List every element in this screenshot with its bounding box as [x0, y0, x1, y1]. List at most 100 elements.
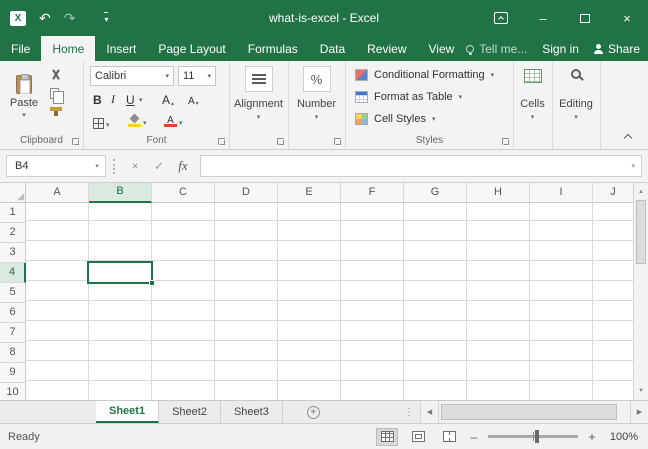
enter-button[interactable]: ✓ [148, 155, 170, 177]
close-button[interactable]: × [606, 0, 648, 36]
styles-dialog-launcher-icon[interactable] [502, 138, 509, 145]
number-dialog-launcher-icon[interactable] [334, 138, 341, 145]
font-color-button[interactable]: A ▾ [164, 111, 183, 127]
excel-app-icon[interactable]: X [10, 10, 26, 26]
zoom-slider[interactable] [488, 430, 578, 443]
column-header-i[interactable]: I [530, 183, 593, 203]
tab-data[interactable]: Data [309, 36, 356, 61]
decrease-font-size-button[interactable]: A ▾ [188, 89, 199, 107]
selected-cell-b4[interactable] [87, 261, 155, 286]
minimize-button[interactable]: – [522, 0, 564, 36]
alignment-button[interactable]: Alignment ▾ [230, 61, 287, 149]
zoom-in-button[interactable]: + [587, 430, 597, 444]
row-header-4[interactable]: 4 [0, 263, 26, 283]
row-header-6[interactable]: 6 [0, 303, 26, 323]
fill-handle[interactable] [149, 280, 155, 286]
quick-access-toolbar: X ↶ ↷ ▾ [10, 0, 109, 36]
font-dialog-launcher-icon[interactable] [218, 138, 225, 145]
conditional-formatting-button[interactable]: Conditional Formatting ▾ [355, 65, 494, 85]
horizontal-scroll-thumb[interactable] [441, 404, 617, 420]
tab-page-layout[interactable]: Page Layout [147, 36, 236, 61]
redo-icon[interactable]: ↷ [64, 11, 76, 25]
scroll-down-icon[interactable]: ▼ [634, 384, 648, 398]
tab-splitter-icon[interactable]: ⋮ [398, 401, 420, 423]
new-sheet-button[interactable]: + [306, 401, 320, 423]
format-as-table-button[interactable]: Format as Table ▾ [355, 87, 462, 107]
italic-button[interactable]: I [111, 89, 115, 107]
row-header-1[interactable]: 1 [0, 203, 26, 223]
sheet-tab-sheet1[interactable]: Sheet1 [96, 401, 160, 423]
tab-file[interactable]: File [0, 36, 41, 61]
underline-button[interactable]: U [126, 89, 135, 107]
tab-formulas[interactable]: Formulas [237, 36, 309, 61]
scroll-up-icon[interactable]: ▲ [634, 185, 648, 199]
tab-home[interactable]: Home [41, 36, 96, 61]
zoom-out-button[interactable]: – [469, 430, 479, 444]
increase-font-size-button[interactable]: A ▴ [162, 89, 174, 107]
editing-button[interactable]: Editing ▾ [553, 61, 599, 149]
view-normal-button[interactable] [376, 427, 398, 446]
copy-icon[interactable] [50, 88, 64, 104]
row-header-8[interactable]: 8 [0, 343, 26, 363]
scroll-right-icon[interactable]: ▶ [630, 401, 648, 423]
column-header-d[interactable]: D [215, 183, 278, 203]
alignment-dialog-launcher-icon[interactable] [277, 138, 284, 145]
ribbon-display-options-button[interactable] [480, 0, 522, 36]
sheet-tab-sheet2[interactable]: Sheet2 [159, 401, 221, 423]
share-button[interactable]: Share [593, 42, 640, 56]
row-header-7[interactable]: 7 [0, 323, 26, 343]
font-name-combo[interactable]: Calibri ▾ [90, 66, 174, 86]
cells-button[interactable]: Cells ▾ [514, 61, 551, 149]
underline-dropdown-icon[interactable]: ▾ [139, 97, 143, 104]
scroll-left-icon[interactable]: ◀ [420, 401, 438, 423]
select-all-button[interactable]: ◢ [0, 183, 26, 203]
column-header-j[interactable]: J [593, 183, 633, 203]
cells-grid[interactable] [26, 203, 633, 400]
maximize-button[interactable] [564, 0, 606, 36]
zoom-level-label[interactable]: 100% [606, 431, 638, 443]
tab-insert[interactable]: Insert [95, 36, 147, 61]
row-header-3[interactable]: 3 [0, 243, 26, 263]
column-header-e[interactable]: E [278, 183, 341, 203]
format-painter-icon[interactable] [50, 107, 62, 116]
view-page-layout-button[interactable] [407, 428, 429, 446]
tab-view[interactable]: View [418, 36, 466, 61]
clipboard-dialog-launcher-icon[interactable] [72, 138, 79, 145]
vertical-scrollbar[interactable]: ▲ ▼ [633, 183, 648, 400]
column-header-h[interactable]: H [467, 183, 530, 203]
view-page-break-button[interactable] [438, 428, 460, 446]
column-header-g[interactable]: G [404, 183, 467, 203]
sign-in-button[interactable]: Sign in [542, 42, 579, 56]
row-header-10[interactable]: 10 [0, 383, 26, 400]
paste-button[interactable]: Paste ▾ [5, 64, 43, 130]
row-header-5[interactable]: 5 [0, 283, 26, 303]
number-button[interactable]: % Number ▾ [289, 61, 344, 149]
name-box-dropdown-icon[interactable]: ▾ [89, 162, 105, 170]
formula-input[interactable]: ▾ [200, 155, 642, 177]
name-box[interactable]: B4 ▾ [6, 155, 106, 177]
sheet-tab-sheet3[interactable]: Sheet3 [221, 401, 283, 423]
cancel-button[interactable]: × [124, 155, 146, 177]
row-header-9[interactable]: 9 [0, 363, 26, 383]
tab-review[interactable]: Review [356, 36, 417, 61]
vertical-scroll-thumb[interactable] [636, 200, 646, 264]
horizontal-scrollbar[interactable] [438, 401, 630, 423]
customize-quick-access-toolbar-icon[interactable]: ▾ [104, 12, 109, 24]
zoom-slider-thumb[interactable] [534, 430, 539, 443]
cut-icon[interactable] [50, 69, 62, 80]
undo-icon[interactable]: ↶ [39, 11, 51, 25]
column-header-a[interactable]: A [26, 183, 89, 203]
cell-styles-button[interactable]: Cell Styles ▾ [355, 109, 435, 129]
expand-formula-bar-icon[interactable]: ▾ [631, 162, 635, 170]
insert-function-button[interactable]: fx [172, 155, 194, 177]
fill-color-button[interactable]: ▾ [128, 111, 147, 127]
tell-me-box[interactable]: Tell me... [466, 42, 527, 56]
column-header-f[interactable]: F [341, 183, 404, 203]
collapse-ribbon-button[interactable] [622, 131, 634, 142]
bold-button[interactable]: B [93, 89, 102, 107]
column-header-c[interactable]: C [152, 183, 215, 203]
font-size-combo[interactable]: 11 ▾ [178, 66, 216, 86]
row-header-2[interactable]: 2 [0, 223, 26, 243]
column-header-b[interactable]: B [89, 183, 152, 203]
borders-button[interactable]: ▾ [93, 113, 110, 129]
